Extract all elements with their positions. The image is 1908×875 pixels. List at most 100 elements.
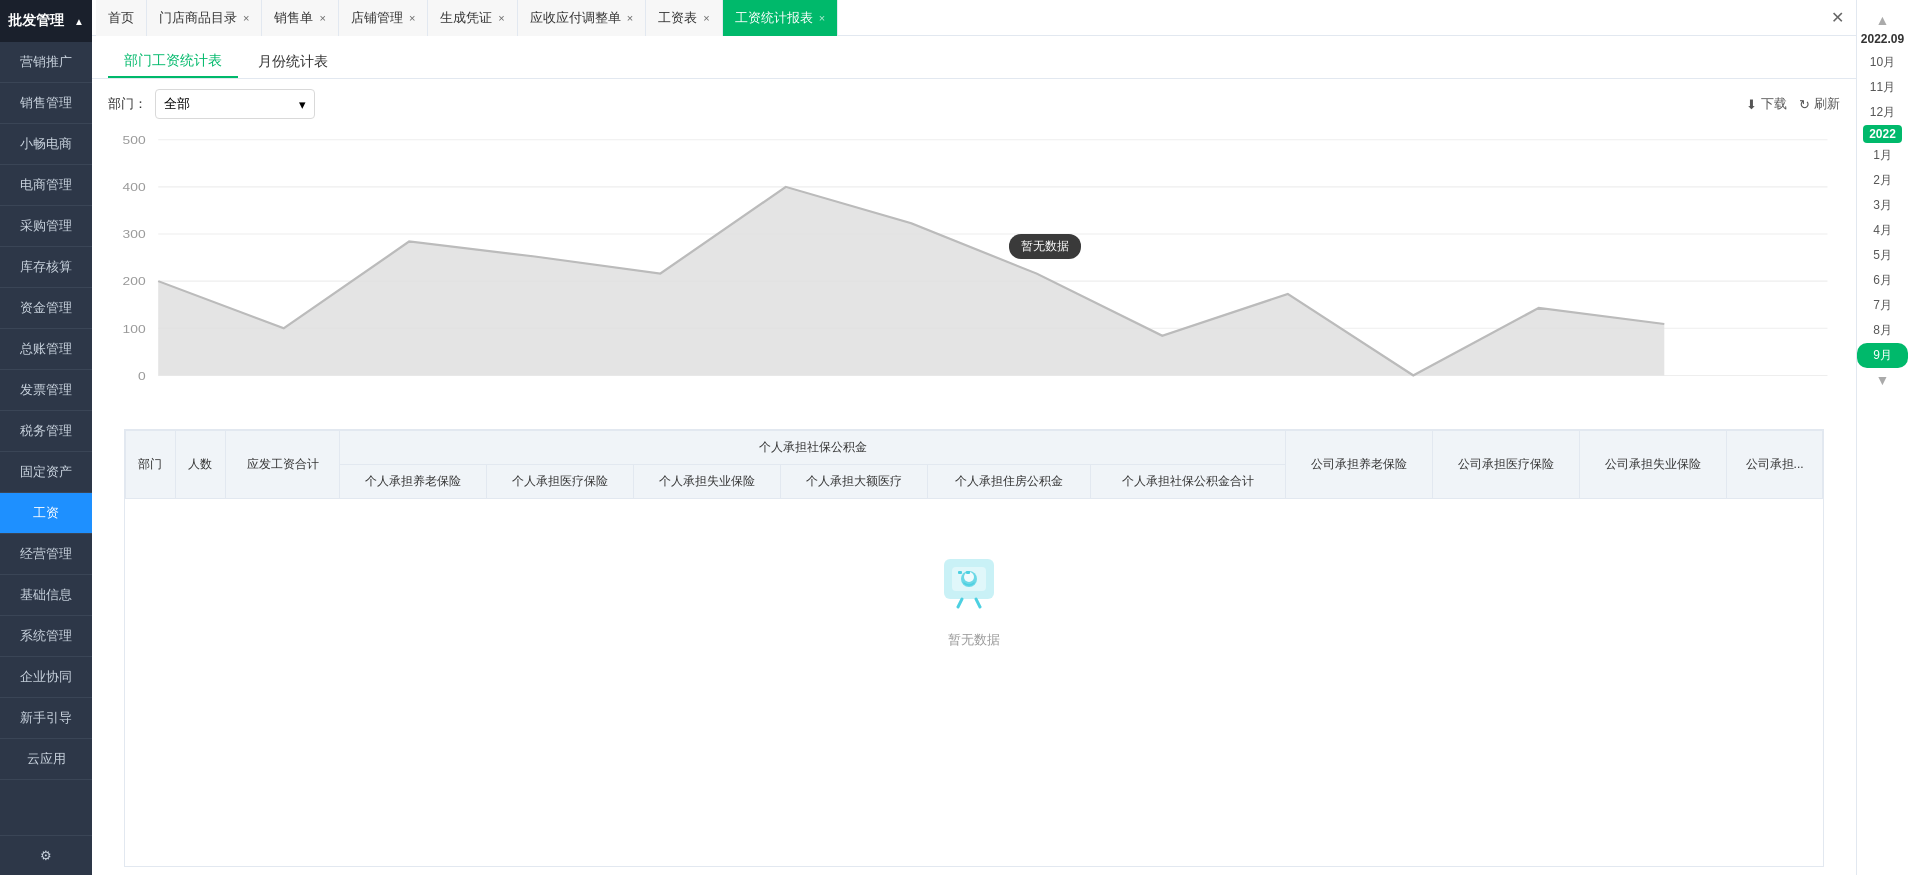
sidebar-settings[interactable]: ⚙ bbox=[0, 835, 92, 875]
sidebar-item-17[interactable]: 云应用 bbox=[0, 739, 92, 780]
col-company-medical: 公司承担医疗保险 bbox=[1433, 431, 1580, 499]
col-personal-unemploy: 个人承担失业保险 bbox=[634, 465, 781, 499]
sub-tabs: 部门工资统计表 月份统计表 bbox=[92, 36, 1856, 79]
sidebar-item-12[interactable]: 经营管理 bbox=[0, 534, 92, 575]
sub-tab-dept[interactable]: 部门工资统计表 bbox=[108, 46, 238, 78]
sidebar-item-15[interactable]: 企业协同 bbox=[0, 657, 92, 698]
sidebar-item-3[interactable]: 电商管理 bbox=[0, 165, 92, 206]
right-panel-sep[interactable]: 9月 bbox=[1857, 343, 1908, 368]
right-panel-up-arrow[interactable]: ▲ bbox=[1872, 8, 1894, 32]
sidebar-item-4[interactable]: 采购管理 bbox=[0, 206, 92, 247]
empty-state: 暂无数据 bbox=[125, 499, 1823, 689]
main-content: 首页门店商品目录×销售单×店铺管理×生成凭证×应收应付调整单×工资表×工资统计报… bbox=[92, 0, 1856, 875]
sidebar-item-9[interactable]: 税务管理 bbox=[0, 411, 92, 452]
download-label: 下载 bbox=[1761, 95, 1787, 113]
dept-label: 部门： bbox=[108, 95, 147, 113]
right-panel-year-2022[interactable]: 2022 bbox=[1863, 125, 1902, 143]
tab-5[interactable]: 应收应付调整单× bbox=[518, 0, 646, 36]
chevron-down-icon: ▾ bbox=[299, 97, 306, 112]
empty-icon bbox=[934, 539, 1014, 619]
toolbar-right: ⬇ 下载 ↻ 刷新 bbox=[1746, 95, 1840, 113]
right-panel-jul[interactable]: 7月 bbox=[1857, 293, 1908, 318]
refresh-label: 刷新 bbox=[1814, 95, 1840, 113]
tab-3[interactable]: 店铺管理× bbox=[339, 0, 428, 36]
sidebar-item-2[interactable]: 小畅电商 bbox=[0, 124, 92, 165]
dept-select[interactable]: 全部 ▾ bbox=[155, 89, 315, 119]
dept-select-value: 全部 bbox=[164, 95, 190, 113]
right-panel-dec[interactable]: 12月 bbox=[1857, 100, 1908, 125]
sidebar-item-14[interactable]: 系统管理 bbox=[0, 616, 92, 657]
sub-tab-month[interactable]: 月份统计表 bbox=[242, 47, 344, 77]
sidebar-item-7[interactable]: 总账管理 bbox=[0, 329, 92, 370]
sidebar-arrow-icon: ▲ bbox=[74, 16, 84, 27]
data-table-wrapper[interactable]: 部门 人数 应发工资合计 个人承担社保公积金 公司承担养老保险 公司承担医疗保险… bbox=[124, 429, 1824, 867]
sidebar-header-label: 批发管理 bbox=[8, 12, 64, 30]
sidebar-item-0[interactable]: 营销推广 bbox=[0, 42, 92, 83]
empty-state-text: 暂无数据 bbox=[948, 631, 1000, 649]
right-panel-feb[interactable]: 2月 bbox=[1857, 168, 1908, 193]
sidebar-item-5[interactable]: 库存核算 bbox=[0, 247, 92, 288]
tab-close-3[interactable]: × bbox=[409, 12, 415, 24]
sidebar-item-13[interactable]: 基础信息 bbox=[0, 575, 92, 616]
col-personal-medical: 个人承担医疗保险 bbox=[487, 465, 634, 499]
svg-text:500: 500 bbox=[123, 133, 146, 147]
refresh-icon: ↻ bbox=[1799, 97, 1810, 112]
col-dept: 部门 bbox=[126, 431, 176, 499]
right-panel-down-arrow[interactable]: ▼ bbox=[1872, 368, 1894, 392]
tab-close-6[interactable]: × bbox=[703, 12, 709, 24]
right-panel-may[interactable]: 5月 bbox=[1857, 243, 1908, 268]
right-panel-nov[interactable]: 11月 bbox=[1857, 75, 1908, 100]
svg-line-18 bbox=[976, 599, 980, 607]
tab-close-1[interactable]: × bbox=[243, 12, 249, 24]
tab-2[interactable]: 销售单× bbox=[262, 0, 338, 36]
svg-text:200: 200 bbox=[123, 274, 146, 288]
sidebar-item-6[interactable]: 资金管理 bbox=[0, 288, 92, 329]
right-panel-apr[interactable]: 4月 bbox=[1857, 218, 1908, 243]
svg-text:300: 300 bbox=[123, 227, 146, 241]
right-panel-jan[interactable]: 1月 bbox=[1857, 143, 1908, 168]
right-panel-mar[interactable]: 3月 bbox=[1857, 193, 1908, 218]
chart-area: 500 400 300 200 100 0 bbox=[92, 129, 1856, 875]
sidebar-item-16[interactable]: 新手引导 bbox=[0, 698, 92, 739]
col-personal-bigmedical: 个人承担大额医疗 bbox=[781, 465, 928, 499]
right-panel-aug[interactable]: 8月 bbox=[1857, 318, 1908, 343]
col-people: 人数 bbox=[175, 431, 225, 499]
col-company-unemploy: 公司承担失业保险 bbox=[1580, 431, 1727, 499]
col-personal-old: 个人承担养老保险 bbox=[340, 465, 487, 499]
col-company-old: 公司承担养老保险 bbox=[1286, 431, 1433, 499]
tab-7[interactable]: 工资统计报表× bbox=[723, 0, 838, 36]
tab-1[interactable]: 门店商品目录× bbox=[147, 0, 262, 36]
tab-0[interactable]: 首页 bbox=[96, 0, 147, 36]
tab-close-5[interactable]: × bbox=[627, 12, 633, 24]
right-panel-jun[interactable]: 6月 bbox=[1857, 268, 1908, 293]
sidebar-item-1[interactable]: 销售管理 bbox=[0, 83, 92, 124]
svg-rect-20 bbox=[966, 571, 970, 574]
sidebar-item-10[interactable]: 固定资产 bbox=[0, 452, 92, 493]
tab-close-7[interactable]: × bbox=[819, 12, 825, 24]
col-group-personal: 个人承担社保公积金 bbox=[340, 431, 1286, 465]
col-company-more: 公司承担... bbox=[1727, 431, 1823, 499]
tab-close-2[interactable]: × bbox=[319, 12, 325, 24]
sidebar: 批发管理 ▲ 营销推广销售管理小畅电商电商管理采购管理库存核算资金管理总账管理发… bbox=[0, 0, 92, 875]
col-personal-total: 个人承担社保公积金合计 bbox=[1090, 465, 1285, 499]
close-all-tabs-button[interactable]: ✕ bbox=[1819, 0, 1856, 36]
sidebar-item-11[interactable]: 工资 bbox=[0, 493, 92, 534]
download-button[interactable]: ⬇ 下载 bbox=[1746, 95, 1787, 113]
right-panel-oct[interactable]: 10月 bbox=[1857, 50, 1908, 75]
settings-icon: ⚙ bbox=[40, 848, 52, 863]
toolbar: 部门： 全部 ▾ ⬇ 下载 ↻ 刷新 bbox=[92, 79, 1856, 129]
refresh-button[interactable]: ↻ 刷新 bbox=[1799, 95, 1840, 113]
download-icon: ⬇ bbox=[1746, 97, 1757, 112]
tabs-bar: 首页门店商品目录×销售单×店铺管理×生成凭证×应收应付调整单×工资表×工资统计报… bbox=[92, 0, 1856, 36]
sidebar-item-8[interactable]: 发票管理 bbox=[0, 370, 92, 411]
tab-4[interactable]: 生成凭证× bbox=[428, 0, 517, 36]
chart-container: 500 400 300 200 100 0 bbox=[108, 129, 1840, 429]
tab-6[interactable]: 工资表× bbox=[646, 0, 722, 36]
svg-rect-19 bbox=[958, 571, 962, 574]
svg-text:100: 100 bbox=[123, 322, 146, 336]
svg-text:0: 0 bbox=[138, 369, 146, 383]
tab-close-4[interactable]: × bbox=[498, 12, 504, 24]
data-table: 部门 人数 应发工资合计 个人承担社保公积金 公司承担养老保险 公司承担医疗保险… bbox=[125, 430, 1823, 499]
sidebar-header[interactable]: 批发管理 ▲ bbox=[0, 0, 92, 42]
svg-line-17 bbox=[958, 599, 962, 607]
